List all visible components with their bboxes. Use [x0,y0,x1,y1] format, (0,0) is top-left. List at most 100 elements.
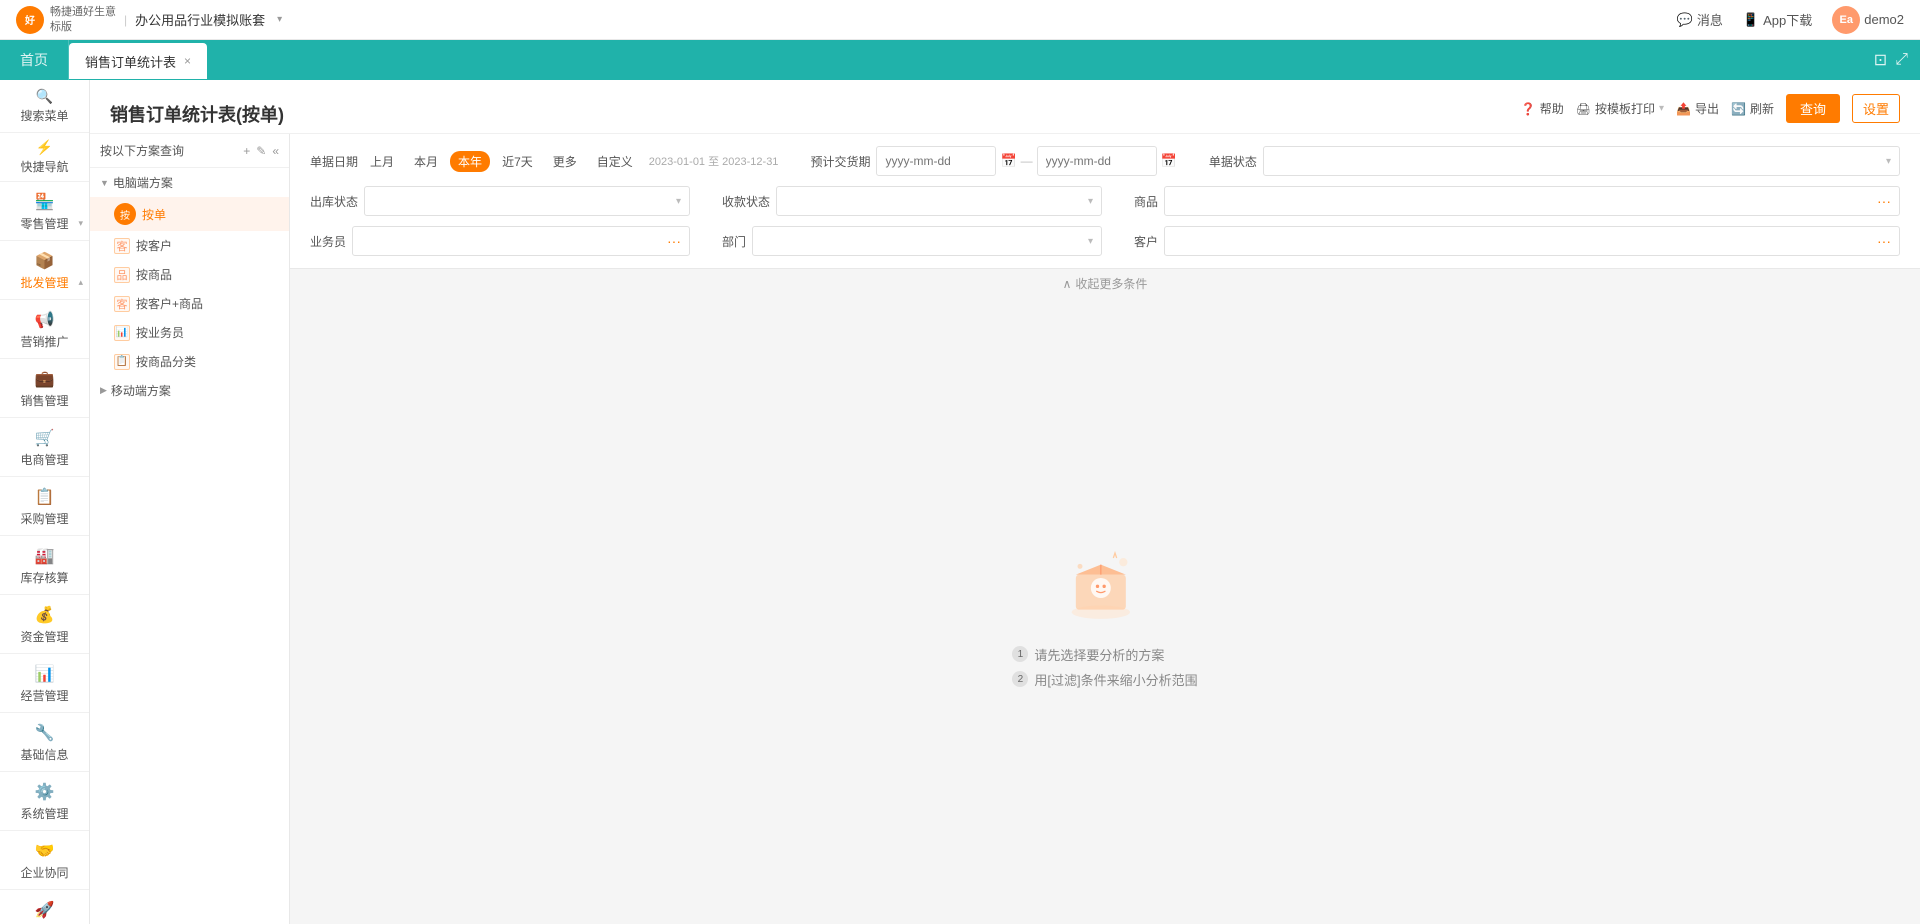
ecommerce-icon: 🛒 [35,428,55,448]
sidebar-item-system[interactable]: ⚙️ 系统管理 [0,772,89,831]
scheme-collapse-button[interactable]: « [272,144,279,158]
user-menu[interactable]: Ea demo2 [1832,6,1904,34]
scheme-add-button[interactable]: + [243,144,250,158]
sidebar-item-ecommerce[interactable]: 🛒 电商管理 [0,418,89,477]
empty-tip-2: 2 用[过滤]条件来缩小分析范围 [1012,670,1197,689]
inventory-icon: 🏭 [35,546,55,566]
scheme-group-pc: ▼ 电脑端方案 按 按单 客 按客户 品 按商品 [90,168,289,376]
expected-date-start-input[interactable] [876,146,996,176]
collapse-button[interactable]: ∧ 收起更多条件 [290,269,1920,298]
empty-illustration [1055,533,1155,633]
sidebar-item-retail[interactable]: 🏪 零售管理 ▾ [0,182,89,241]
filter-row-1: 单据日期 上月 本月 本年 近7天 更多 自定义 2023-01-01 至 20… [310,146,1900,176]
tab-maximize-icon[interactable]: ⤢ [1895,51,1908,69]
sidebar-item-inventory[interactable]: 🏭 库存核算 [0,536,89,595]
breadcrumb-dropdown-icon[interactable]: ▾ [277,14,282,25]
print-arrow-icon: ▾ [1659,103,1664,114]
sidebar-item-sales[interactable]: 💼 销售管理 [0,359,89,418]
scheme-item-customer-product-icon: 客 [114,296,130,312]
payment-arrow-icon: ▾ [1088,196,1093,207]
scheme-panel: 按以下方案查询 + ✎ « ▼ 电脑端方案 按 [90,134,290,924]
sidebar-item-operation[interactable]: 📊 经营管理 [0,654,89,713]
print-button[interactable]: 🖨 按模板打印 ▾ [1576,100,1664,117]
customer-select[interactable]: ··· [1164,226,1900,256]
customer-label: 客户 [1134,233,1158,250]
filter-row-2: 出库状态 ▾ 收款状态 ▾ [310,186,1900,216]
scheme-item-active-indicator: 按 [114,203,136,225]
sidebar-item-guide[interactable]: 🚀 新手引导 [0,890,89,924]
shipment-arrow-icon: ▾ [676,196,681,207]
help-button[interactable]: ❓ 帮助 [1521,100,1564,117]
query-button[interactable]: 查询 [1786,94,1840,123]
header-left: 好 畅捷通好生意 标版 | 办公用品行业模拟账套 ▾ [16,5,282,34]
expected-date-group: 📅 — 📅 [876,146,1176,176]
wholesale-icon: 📦 [35,251,55,271]
product-dots-icon[interactable]: ··· [1877,193,1891,209]
date-this-month[interactable]: 本月 [406,151,446,172]
salesperson-dots-icon[interactable]: ··· [667,233,681,249]
date-more[interactable]: 更多 [545,151,585,172]
expected-date-end-input[interactable] [1037,146,1157,176]
filter-row-3: 业务员 ··· 部门 ▾ [310,226,1900,256]
system-icon: ⚙️ [35,782,55,802]
header-right: 💬 消息 📱 App下载 Ea demo2 [1677,6,1904,34]
message-button[interactable]: 💬 消息 [1677,10,1723,29]
date-custom[interactable]: 自定义 [589,151,641,172]
tab-home[interactable]: 首页 [0,40,69,80]
avatar: Ea [1832,6,1860,34]
sidebar-item-finance[interactable]: 💰 资金管理 [0,595,89,654]
refresh-button[interactable]: 🔄 刷新 [1731,100,1774,117]
scheme-item-by-customer[interactable]: 客 按客户 [90,231,289,260]
order-status-label: 单据状态 [1209,153,1257,170]
export-button[interactable]: 📤 导出 [1676,100,1719,117]
scheme-item-by-category[interactable]: 📋 按商品分类 [90,347,289,376]
scheme-item-by-order[interactable]: 按 按单 [90,197,289,231]
payment-status-select[interactable]: ▾ [776,186,1102,216]
salesperson-select[interactable]: ··· [352,226,690,256]
sidebar-item-corp[interactable]: 🤝 企业协同 [0,831,89,890]
retail-expand-icon: ▾ [78,218,83,229]
tab-bar: 首页 销售订单统计表 × ⊡ ⤢ [0,40,1920,80]
dept-label: 部门 [722,233,746,250]
order-status-select[interactable]: ▾ [1263,146,1900,176]
scheme-item-by-product[interactable]: 品 按商品 [90,260,289,289]
sidebar-item-marketing[interactable]: 📢 营销推广 [0,300,89,359]
scheme-item-category-icon: 📋 [114,354,130,370]
customer-dots-icon[interactable]: ··· [1877,233,1891,249]
calendar-start-icon[interactable]: 📅 [1000,153,1016,169]
tab-close-icon[interactable]: × [184,55,191,67]
scheme-item-label: 按商品分类 [136,353,196,370]
scheme-item-by-customer-product[interactable]: 客 按客户+商品 [90,289,289,318]
scheme-item-label: 按单 [142,206,166,223]
filter-result-panel: 单据日期 上月 本月 本年 近7天 更多 自定义 2023-01-01 至 20… [290,134,1920,924]
scheme-edit-button[interactable]: ✎ [256,144,266,158]
scheme-group-mobile-header[interactable]: ▶ 移动端方案 [90,376,289,405]
scheme-group-pc-header[interactable]: ▼ 电脑端方案 [90,168,289,197]
mobile-group-label: 移动端方案 [111,382,171,399]
scheme-item-product-icon: 品 [114,267,130,283]
product-select[interactable]: ··· [1164,186,1900,216]
logo-text: 畅捷通好生意 标版 [50,5,116,34]
finance-icon: 💰 [35,605,55,625]
shipment-status-select[interactable]: ▾ [364,186,690,216]
settings-button[interactable]: 设置 [1852,94,1900,123]
date-last-month[interactable]: 上月 [362,151,402,172]
tab-restore-icon[interactable]: ⊡ [1874,50,1887,70]
scheme-item-label: 按客户+商品 [136,295,203,312]
wholesale-expand-icon: ▴ [78,277,83,288]
dept-select[interactable]: ▾ [752,226,1102,256]
calendar-end-icon[interactable]: 📅 [1161,153,1177,169]
app-download-button[interactable]: 📱 App下载 [1743,10,1812,29]
scheme-item-salesperson-icon: 📊 [114,325,130,341]
scheme-item-by-salesperson[interactable]: 📊 按业务员 [90,318,289,347]
date-last7[interactable]: 近7天 [494,151,541,172]
sidebar-item-wholesale[interactable]: 📦 批发管理 ▴ [0,241,89,300]
sidebar-quicknav[interactable]: ⚡ 快捷导航 [0,133,89,182]
sidebar-item-purchase[interactable]: 📋 采购管理 [0,477,89,536]
tab-active[interactable]: 销售订单统计表 × [69,43,207,79]
help-icon: ❓ [1521,102,1536,116]
date-this-year[interactable]: 本年 [450,151,490,172]
tip-num-1: 1 [1012,646,1028,662]
sidebar-search[interactable]: 🔍 搜索菜单 [0,80,89,133]
sidebar-item-basic[interactable]: 🔧 基础信息 [0,713,89,772]
